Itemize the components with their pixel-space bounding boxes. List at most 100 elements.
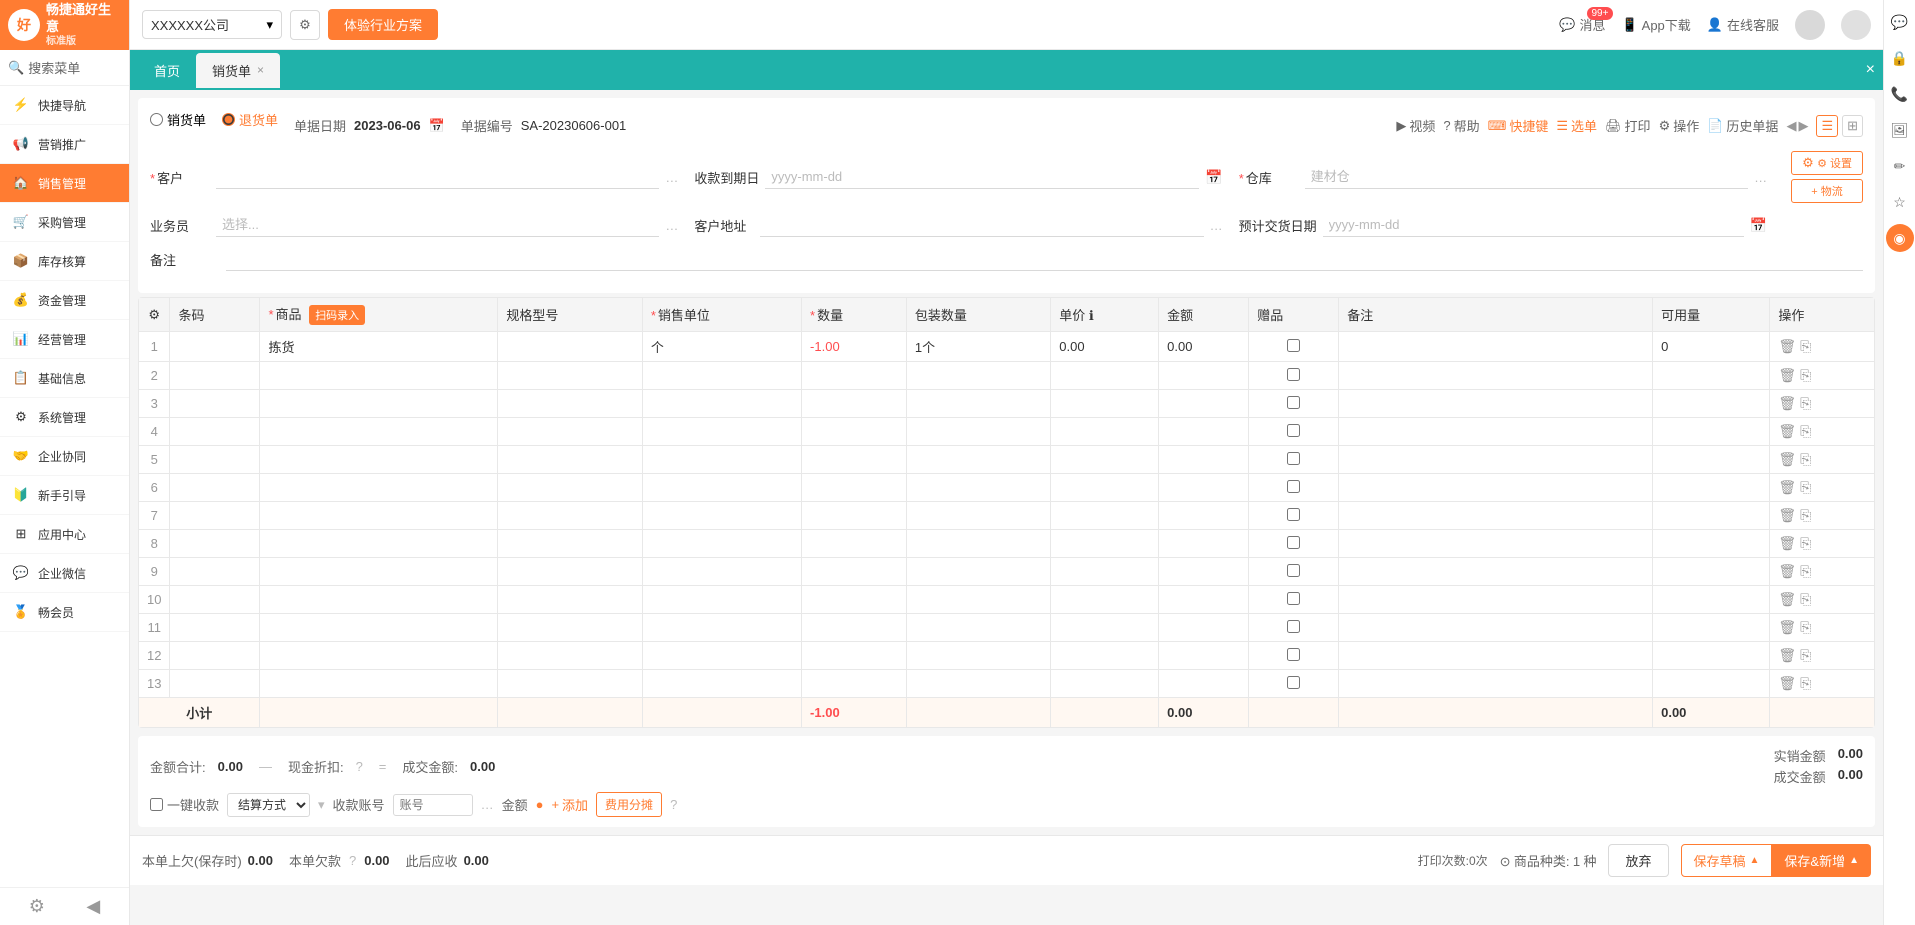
address-dots[interactable]: … — [1210, 218, 1223, 233]
delete-row-btn[interactable]: 🗑 — [1778, 423, 1796, 440]
account-dots[interactable]: … — [481, 797, 494, 812]
delete-row-btn[interactable]: 🗑 — [1778, 675, 1796, 692]
sidebar-item-apps[interactable]: ⊞ 应用中心 — [0, 515, 129, 554]
total-owe-help-icon[interactable]: ? — [349, 853, 356, 868]
th-config[interactable]: ⚙ — [139, 298, 170, 332]
calendar-icon[interactable]: 📅 — [429, 118, 445, 134]
delete-row-btn[interactable]: 🗑 — [1778, 451, 1796, 468]
payment-method-select[interactable]: 结算方式 — [227, 793, 310, 817]
customer-dots[interactable]: … — [665, 170, 678, 185]
operation-btn[interactable]: ⚙ 操作 — [1659, 116, 1700, 135]
list-view-icon[interactable]: ☰ — [1816, 115, 1838, 137]
add-payment-btn[interactable]: + 添加 — [551, 795, 588, 814]
save-new-button[interactable]: 保存&新增 ▲ — [1772, 844, 1871, 877]
customer-input[interactable] — [216, 165, 659, 189]
sidebar-settings-btn[interactable]: ⚙ — [29, 896, 45, 917]
delete-row-btn[interactable]: 🗑 — [1778, 647, 1796, 664]
help-circle-icon[interactable]: ? — [356, 759, 363, 774]
setting-button[interactable]: ⚙ ⚙ 设置 — [1791, 151, 1863, 175]
remark-input[interactable] — [226, 247, 1863, 271]
payment-date-calendar-icon[interactable]: 📅 — [1205, 169, 1222, 186]
copy-row-btn[interactable]: ⎘ — [1800, 395, 1811, 412]
spec-cell-1[interactable] — [498, 332, 642, 362]
payment-method-dots[interactable]: ▾ — [318, 797, 325, 813]
add-amount-icon[interactable]: ● — [536, 797, 544, 812]
search-menu[interactable]: 🔍 搜索菜单 — [0, 50, 129, 86]
next-icon[interactable]: ▶ — [1798, 118, 1808, 134]
help-btn[interactable]: ? 帮助 — [1443, 116, 1479, 135]
remark-cell-1[interactable] — [1339, 332, 1653, 362]
gear-button[interactable]: ⚙ — [290, 10, 320, 40]
radio-return[interactable]: 退货单 — [222, 110, 278, 129]
history-btn[interactable]: 📄 历史单据 — [1707, 116, 1778, 135]
unit-price-cell-1[interactable]: 0.00 — [1051, 332, 1159, 362]
right-panel-image-btn[interactable]: 🖼 — [1886, 116, 1914, 144]
delete-row-btn[interactable]: 🗑 — [1778, 395, 1796, 412]
pack-qty-cell-1[interactable]: 1个 — [906, 332, 1050, 362]
right-panel-phone-btn[interactable]: 📞 — [1886, 80, 1914, 108]
amount-cell-1[interactable]: 0.00 — [1159, 332, 1249, 362]
sidebar-item-purchase[interactable]: 🛒 采购管理 — [0, 203, 129, 242]
prev-icon[interactable]: ◀ — [1786, 118, 1796, 134]
copy-row-btn[interactable]: ⎘ — [1800, 619, 1811, 636]
gift-cell-1[interactable] — [1249, 332, 1339, 362]
grid-view-icon[interactable]: ⊞ — [1842, 115, 1863, 137]
sidebar-item-inventory[interactable]: 📦 库存核算 — [0, 242, 129, 281]
discard-button[interactable]: 放弃 — [1608, 844, 1668, 877]
copy-row-btn[interactable]: ⎘ — [1800, 479, 1811, 496]
copy-row-btn[interactable]: ⎘ — [1800, 675, 1811, 692]
sidebar-item-finance[interactable]: 💰 资金管理 — [0, 281, 129, 320]
online-service-btn[interactable]: 👤 在线客服 — [1707, 15, 1779, 34]
copy-row-btn[interactable]: ⎘ — [1800, 591, 1811, 608]
sidebar-collapse-btn[interactable]: ◀ — [86, 896, 100, 917]
account-input[interactable] — [393, 794, 473, 816]
payment-date-input[interactable] — [765, 165, 1199, 189]
product-cell-1[interactable]: 拣货 — [260, 332, 498, 362]
print-btn[interactable]: 🖨 打印 — [1605, 116, 1651, 135]
avatar2[interactable] — [1841, 10, 1871, 40]
sidebar-item-business[interactable]: 📊 经营管理 — [0, 320, 129, 359]
copy-row-btn[interactable]: ⎘ — [1800, 507, 1811, 524]
delete-row-btn[interactable]: 🗑 — [1778, 507, 1796, 524]
delete-row-1-btn[interactable]: 🗑 — [1778, 338, 1796, 355]
right-panel-edit-btn[interactable]: ✏ — [1886, 152, 1914, 180]
salesperson-input[interactable] — [216, 213, 659, 237]
copy-row-btn[interactable]: ⎘ — [1800, 563, 1811, 580]
delete-row-btn[interactable]: 🗑 — [1778, 619, 1796, 636]
copy-row-btn[interactable]: ⎘ — [1800, 535, 1811, 552]
delete-row-btn[interactable]: 🗑 — [1778, 535, 1796, 552]
expected-delivery-input[interactable] — [1323, 213, 1744, 237]
app-download-btn[interactable]: 📱 App下载 — [1621, 15, 1690, 34]
delete-row-btn[interactable]: 🗑 — [1778, 591, 1796, 608]
tab-sales-order[interactable]: 销货单 × — [196, 53, 280, 88]
sidebar-item-wechat[interactable]: 💬 企业微信 — [0, 554, 129, 593]
warehouse-dots[interactable]: … — [1754, 170, 1767, 185]
barcode-cell-1[interactable] — [170, 332, 260, 362]
radio-sales-input[interactable] — [150, 113, 163, 126]
sidebar-item-sales[interactable]: 🏠 销售管理 — [0, 164, 129, 203]
tab-close-icon[interactable]: × — [257, 63, 264, 77]
customer-address-input[interactable] — [760, 213, 1203, 237]
right-panel-star-btn[interactable]: ☆ — [1886, 188, 1914, 216]
unit-cell-1[interactable]: 个 — [642, 332, 801, 362]
delivery-calendar-icon[interactable]: 📅 — [1750, 217, 1767, 234]
one-click-payment-input[interactable] — [150, 798, 163, 811]
sidebar-item-marketing[interactable]: 📢 营销推广 — [0, 125, 129, 164]
radio-return-input[interactable] — [222, 113, 235, 126]
sidebar-item-collab[interactable]: 🤝 企业协同 — [0, 437, 129, 476]
one-click-payment-checkbox[interactable]: 一键收款 — [150, 795, 219, 814]
warehouse-input[interactable] — [1305, 165, 1748, 189]
shortcut-btn[interactable]: ⌨ 快捷键 — [1488, 116, 1549, 135]
sidebar-item-quick-nav[interactable]: ⚡ 快捷导航 — [0, 86, 129, 125]
copy-row-btn[interactable]: ⎘ — [1800, 367, 1811, 384]
right-panel-lock-btn[interactable]: 🔒 — [1886, 44, 1914, 72]
save-draft-chevron-icon[interactable]: ▲ — [1750, 855, 1760, 866]
expense-help-icon[interactable]: ? — [670, 797, 677, 812]
message-btn[interactable]: 💬 消息 99+ — [1559, 15, 1605, 34]
product-type-icon[interactable]: ⊙ — [1500, 854, 1511, 869]
sidebar-item-basic[interactable]: 📋 基础信息 — [0, 359, 129, 398]
video-btn[interactable]: ▶ 视频 — [1396, 116, 1435, 135]
delete-row-btn[interactable]: 🗑 — [1778, 563, 1796, 580]
qty-cell-1[interactable]: -1.00 — [802, 332, 907, 362]
right-panel-chat-btn[interactable]: 💬 — [1886, 8, 1914, 36]
